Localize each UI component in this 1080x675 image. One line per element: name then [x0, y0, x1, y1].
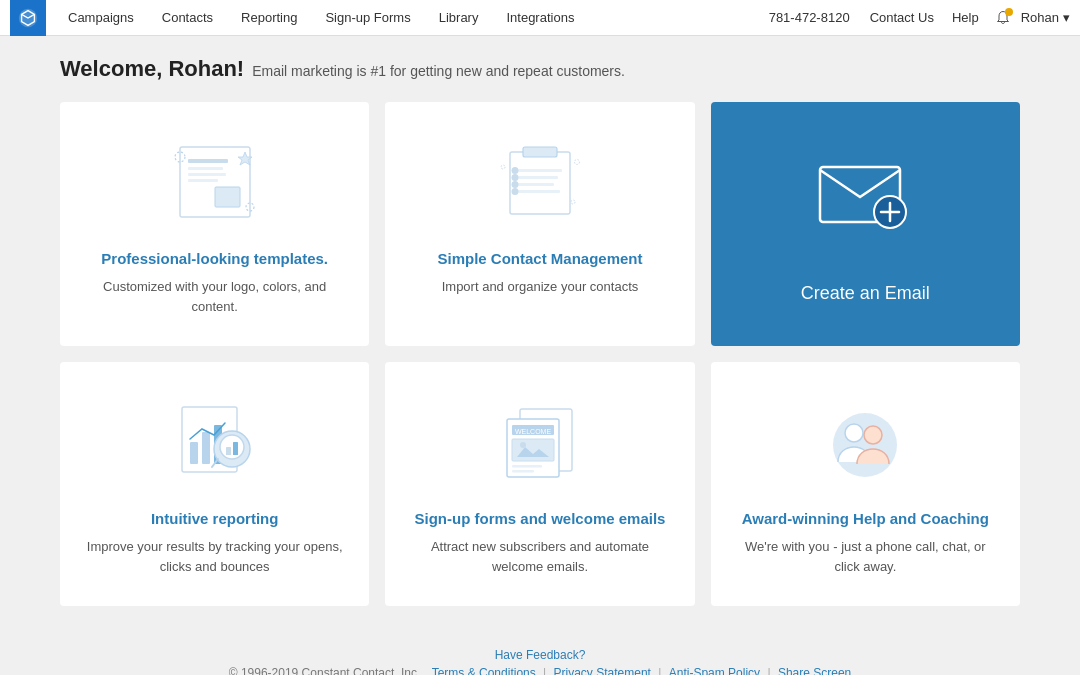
- top-cards-row: Professional-looking templates. Customiz…: [60, 102, 1020, 346]
- signup-desc: Attract new subscribers and automate wel…: [409, 537, 670, 576]
- card-reporting[interactable]: Intuitive reporting Improve your results…: [60, 362, 369, 606]
- bottom-cards-row: Intuitive reporting Improve your results…: [60, 362, 1020, 606]
- svg-rect-41: [512, 465, 542, 468]
- footer-antispam[interactable]: Anti-Spam Policy: [669, 666, 760, 675]
- reporting-title: Intuitive reporting: [151, 510, 279, 527]
- notification-dot: [1005, 8, 1013, 16]
- signup-icon: WELCOME: [485, 392, 595, 492]
- svg-point-45: [864, 426, 882, 444]
- card-create-email[interactable]: Create an Email: [711, 102, 1020, 346]
- nav-contacts[interactable]: Contacts: [148, 0, 227, 36]
- svg-rect-12: [518, 176, 558, 179]
- nav-username: Rohan: [1021, 10, 1059, 25]
- create-email-title: Create an Email: [801, 283, 930, 304]
- svg-rect-6: [215, 187, 240, 207]
- contacts-title: Simple Contact Management: [437, 250, 642, 267]
- footer: Have Feedback? © 1996-2019 Constant Cont…: [0, 632, 1080, 675]
- nav-right: 781-472-8120 Contact Us Help Rohan ▾: [769, 6, 1070, 30]
- nav-integrations[interactable]: Integrations: [492, 0, 588, 36]
- footer-share[interactable]: Share Screen: [778, 666, 851, 675]
- svg-rect-27: [190, 442, 198, 464]
- nav-links: Campaigns Contacts Reporting Sign-up For…: [54, 0, 769, 36]
- nav-user-chevron: ▾: [1063, 10, 1070, 25]
- nav-user-menu[interactable]: Rohan ▾: [1021, 10, 1070, 25]
- svg-rect-28: [202, 432, 210, 464]
- nav-signup-forms[interactable]: Sign-up Forms: [311, 0, 424, 36]
- svg-point-20: [574, 160, 579, 165]
- signup-title: Sign-up forms and welcome emails: [415, 510, 666, 527]
- svg-rect-33: [233, 442, 238, 455]
- footer-terms[interactable]: Terms & Conditions: [432, 666, 536, 675]
- card-templates[interactable]: Professional-looking templates. Customiz…: [60, 102, 369, 346]
- svg-point-21: [571, 200, 575, 204]
- footer-copyright: © 1996-2019 Constant Contact, Inc.: [229, 666, 421, 675]
- card-help[interactable]: Award-winning Help and Coaching We're wi…: [711, 362, 1020, 606]
- svg-rect-32: [226, 447, 231, 455]
- footer-privacy[interactable]: Privacy Statement: [554, 666, 651, 675]
- logo[interactable]: [10, 0, 46, 36]
- feedback-link[interactable]: Have Feedback?: [495, 648, 586, 662]
- create-email-icon: [805, 145, 925, 245]
- navbar: Campaigns Contacts Reporting Sign-up For…: [0, 0, 1080, 36]
- svg-point-40: [520, 442, 526, 448]
- card-signup[interactable]: WELCOME Sign-up forms and welcome emails…: [385, 362, 694, 606]
- svg-point-16: [511, 174, 518, 181]
- welcome-bar: Welcome, Rohan! Email marketing is #1 fo…: [60, 56, 1020, 82]
- svg-rect-4: [188, 173, 226, 176]
- welcome-title: Welcome, Rohan!: [60, 56, 244, 82]
- svg-rect-42: [512, 470, 534, 473]
- svg-rect-5: [188, 179, 218, 182]
- help-desc: We're with you - just a phone call, chat…: [735, 537, 996, 576]
- svg-rect-39: [512, 439, 554, 461]
- svg-point-31: [220, 435, 244, 459]
- templates-desc: Customized with your logo, colors, and c…: [84, 277, 345, 316]
- nav-library[interactable]: Library: [425, 0, 493, 36]
- svg-rect-10: [523, 147, 557, 157]
- nav-contact-us[interactable]: Contact Us: [864, 10, 940, 25]
- contacts-desc: Import and organize your contacts: [442, 277, 639, 297]
- svg-rect-14: [518, 190, 560, 193]
- svg-point-44: [845, 424, 863, 442]
- help-title: Award-winning Help and Coaching: [742, 510, 989, 527]
- svg-point-15: [511, 167, 518, 174]
- svg-point-17: [511, 181, 518, 188]
- svg-rect-11: [518, 169, 562, 172]
- svg-rect-3: [188, 167, 223, 170]
- help-icon: [810, 392, 920, 492]
- nav-help[interactable]: Help: [946, 10, 985, 25]
- svg-point-43: [833, 413, 897, 477]
- welcome-subtitle: Email marketing is #1 for getting new an…: [252, 63, 625, 79]
- svg-point-18: [511, 188, 518, 195]
- templates-title: Professional-looking templates.: [101, 250, 328, 267]
- nav-campaigns[interactable]: Campaigns: [54, 0, 148, 36]
- nav-notifications[interactable]: [991, 6, 1015, 30]
- svg-point-19: [501, 165, 505, 169]
- nav-reporting[interactable]: Reporting: [227, 0, 311, 36]
- contacts-icon: [485, 132, 595, 232]
- nav-phone: 781-472-8120: [769, 10, 850, 25]
- svg-rect-2: [188, 159, 228, 163]
- main-content: Welcome, Rohan! Email marketing is #1 fo…: [0, 36, 1080, 632]
- footer-links: © 1996-2019 Constant Contact, Inc. Terms…: [0, 666, 1080, 675]
- card-contacts[interactable]: Simple Contact Management Import and org…: [385, 102, 694, 346]
- svg-text:WELCOME: WELCOME: [515, 428, 552, 435]
- svg-rect-13: [518, 183, 554, 186]
- reporting-icon: [160, 392, 270, 492]
- reporting-desc: Improve your results by tracking your op…: [84, 537, 345, 576]
- templates-icon: [160, 132, 270, 232]
